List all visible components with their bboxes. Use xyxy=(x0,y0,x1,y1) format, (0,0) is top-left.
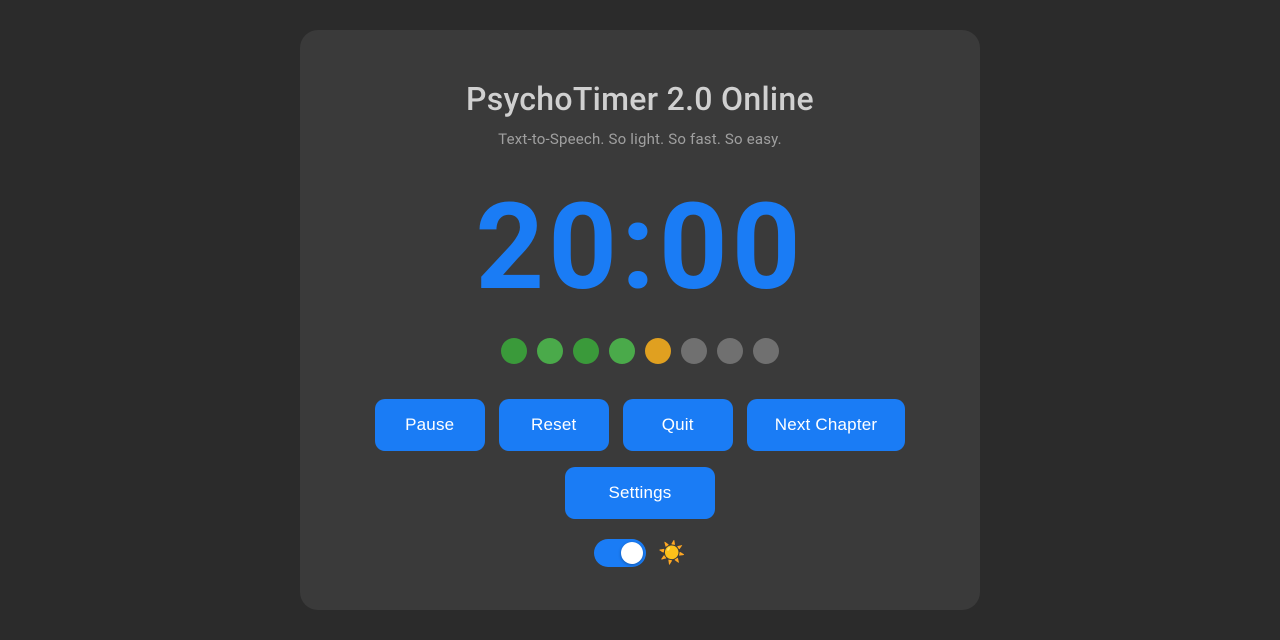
app-subtitle: Text-to-Speech. So light. So fast. So ea… xyxy=(498,130,782,148)
app-title: PsychoTimer 2.0 Online xyxy=(466,80,814,118)
next-chapter-button[interactable]: Next Chapter xyxy=(747,399,906,451)
settings-button[interactable]: Settings xyxy=(565,467,715,519)
sun-icon: ☀️ xyxy=(658,541,685,566)
reset-button[interactable]: Reset xyxy=(499,399,609,451)
dot-3 xyxy=(573,338,599,364)
progress-dots xyxy=(501,338,779,364)
main-panel: PsychoTimer 2.0 Online Text-to-Speech. S… xyxy=(300,30,980,610)
quit-button[interactable]: Quit xyxy=(623,399,733,451)
dot-7 xyxy=(717,338,743,364)
main-buttons-row: Pause Reset Quit Next Chapter xyxy=(375,399,906,451)
theme-toggle[interactable] xyxy=(594,539,646,567)
dot-6 xyxy=(681,338,707,364)
theme-toggle-row: ☀️ xyxy=(594,539,685,567)
timer-display: 20:00 xyxy=(475,188,804,308)
dot-8 xyxy=(753,338,779,364)
pause-button[interactable]: Pause xyxy=(375,399,485,451)
dot-2 xyxy=(537,338,563,364)
dot-5 xyxy=(645,338,671,364)
dot-4 xyxy=(609,338,635,364)
dot-1 xyxy=(501,338,527,364)
